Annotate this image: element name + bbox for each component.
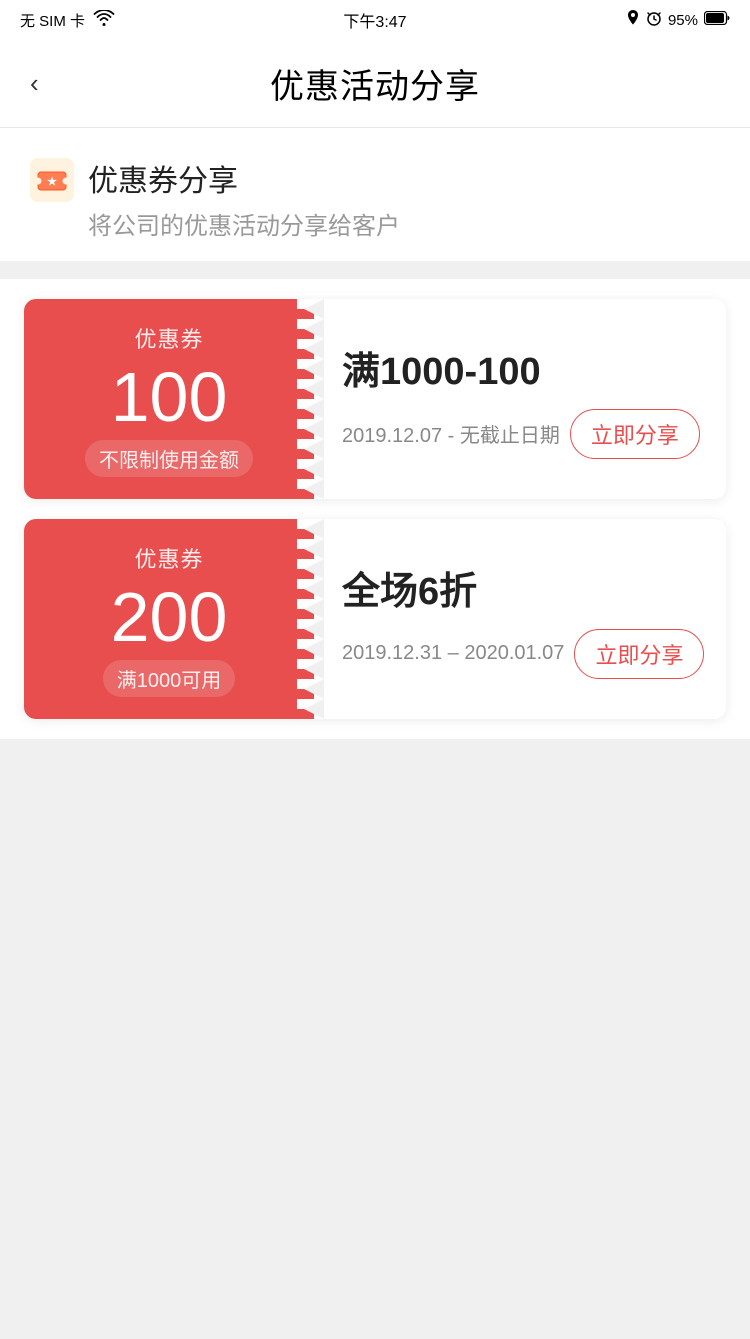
main-content <box>0 739 750 1339</box>
coupon-label-1: 优惠券 <box>134 322 203 354</box>
coupon-share-btn-1[interactable]: 立即分享 <box>570 409 700 459</box>
coupon-icon: ★ <box>30 158 74 202</box>
status-bar-time: 下午3:47 <box>343 8 406 32</box>
status-bar-left: 无 SIM 卡 <box>20 10 115 31</box>
page-title: 优惠活动分享 <box>270 59 480 108</box>
status-bar-right: 95% <box>626 10 730 30</box>
coupon-name-1: 满1000-100 <box>342 340 698 395</box>
wifi-icon <box>93 10 115 30</box>
section-subtitle: 将公司的优惠活动分享给客户 <box>88 206 400 241</box>
svg-text:★: ★ <box>47 176 57 188</box>
coupon-list: 优惠券 100 不限制使用金额 满1000-100 2019.12.07 - 无… <box>0 279 750 739</box>
alarm-icon <box>646 10 662 30</box>
back-button[interactable]: ‹ <box>30 68 39 99</box>
carrier-text: 无 SIM 卡 <box>20 10 85 31</box>
coupon-card-2: 优惠券 200 满1000可用 全场6折 2019.12.31 – 2020.0… <box>24 519 726 719</box>
coupon-date-2: 2019.12.31 – 2020.01.07 <box>342 642 564 665</box>
location-icon <box>626 10 640 30</box>
status-bar: 无 SIM 卡 下午3:47 95% <box>0 0 750 40</box>
coupon-left-2: 优惠券 200 满1000可用 <box>24 519 314 719</box>
coupon-date-row-1: 2019.12.07 - 无截止日期 立即分享 <box>342 409 698 459</box>
zigzag-2 <box>304 519 324 719</box>
section-text-group: 优惠券分享 将公司的优惠活动分享给客户 <box>88 156 400 241</box>
coupon-right-2: 全场6折 2019.12.31 – 2020.01.07 立即分享 <box>314 519 726 719</box>
coupon-left-1: 优惠券 100 不限制使用金额 <box>24 299 314 499</box>
coupon-condition-1: 不限制使用金额 <box>85 440 253 477</box>
coupon-date-row-2: 2019.12.31 – 2020.01.07 立即分享 <box>342 629 698 679</box>
coupon-condition-2: 满1000可用 <box>103 660 236 697</box>
coupon-label-2: 优惠券 <box>134 542 203 574</box>
section-header: ★ 优惠券分享 将公司的优惠活动分享给客户 <box>0 128 750 261</box>
coupon-right-1: 满1000-100 2019.12.07 - 无截止日期 立即分享 <box>314 299 726 499</box>
zigzag-1 <box>304 299 324 499</box>
battery-percent: 95% <box>668 12 698 29</box>
coupon-amount-2: 200 <box>111 582 228 652</box>
divider <box>0 263 750 279</box>
coupon-date-1: 2019.12.07 - 无截止日期 <box>342 419 560 448</box>
nav-bar: ‹ 优惠活动分享 <box>0 40 750 128</box>
coupon-name-2: 全场6折 <box>342 560 698 615</box>
battery-icon <box>704 11 730 29</box>
coupon-share-btn-2[interactable]: 立即分享 <box>574 629 704 679</box>
coupon-amount-1: 100 <box>111 362 228 432</box>
section-title: 优惠券分享 <box>88 156 400 200</box>
coupon-card-1: 优惠券 100 不限制使用金额 满1000-100 2019.12.07 - 无… <box>24 299 726 499</box>
